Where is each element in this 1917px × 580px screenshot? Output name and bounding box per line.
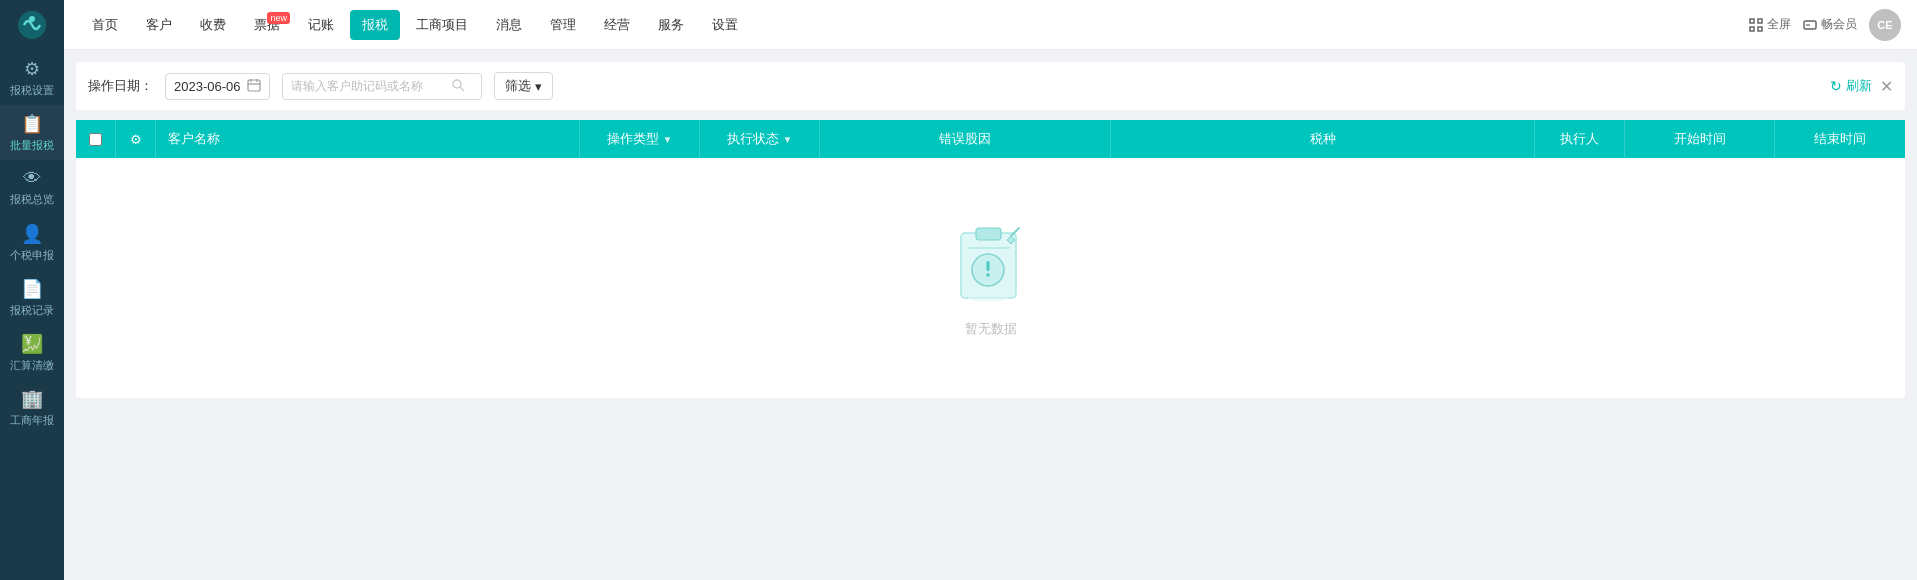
fullscreen-label: 全屏 — [1767, 16, 1791, 33]
member-label: 畅会员 — [1821, 16, 1857, 33]
nav-services[interactable]: 服务 — [646, 10, 696, 40]
avatar[interactable]: CE — [1869, 9, 1901, 41]
settings-icon: ⚙ — [24, 58, 40, 80]
nav-operations[interactable]: 经营 — [592, 10, 642, 40]
sidebar-item-piliangshuishui[interactable]: 📋 批量报税 — [0, 105, 64, 160]
batch-tax-icon: 📋 — [21, 113, 43, 135]
th-checkbox[interactable] — [76, 120, 116, 158]
th-tax-type: 税种 — [1111, 120, 1535, 158]
th-executor: 执行人 — [1535, 120, 1625, 158]
svg-line-13 — [460, 87, 464, 91]
sidebar-item-gongshangnianba[interactable]: 🏢 工商年报 — [0, 380, 64, 435]
fullscreen-button[interactable]: 全屏 — [1749, 16, 1791, 33]
member-button[interactable]: 畅会员 — [1803, 16, 1857, 33]
select-all-checkbox[interactable] — [89, 133, 102, 146]
sidebar-item-label: 汇算清缴 — [10, 359, 54, 372]
member-icon — [1803, 18, 1817, 32]
logo[interactable] — [0, 0, 64, 50]
calendar-icon — [247, 78, 261, 95]
svg-rect-17 — [986, 261, 989, 271]
sidebar-item-geshuishenba[interactable]: 👤 个税申报 — [0, 215, 64, 270]
sort-icon: ▼ — [783, 134, 793, 145]
sidebar-item-label: 工商年报 — [10, 414, 54, 427]
filter-button[interactable]: 筛选 ▾ — [494, 72, 553, 100]
chevron-down-icon: ▾ — [535, 79, 542, 94]
th-op-type[interactable]: 操作类型 ▼ — [580, 120, 700, 158]
nav-billing[interactable]: 收费 — [188, 10, 238, 40]
record-icon: 📄 — [21, 278, 43, 300]
nav-items: 首页 客户 收费 票据 new 记账 报税 工商项目 消息 管理 经营 服务 设… — [80, 10, 1749, 40]
fullscreen-icon — [1749, 18, 1763, 32]
column-settings-icon: ⚙ — [130, 132, 142, 147]
th-end-time: 结束时间 — [1775, 120, 1905, 158]
main-content: 首页 客户 收费 票据 new 记账 报税 工商项目 消息 管理 经营 服务 设… — [64, 0, 1917, 580]
annual-report-icon: 🏢 — [21, 388, 43, 410]
svg-rect-2 — [1750, 19, 1754, 23]
empty-state: 暂无数据 — [76, 158, 1905, 398]
sort-icon: ▼ — [663, 134, 673, 145]
toolbar: 操作日期： 2023-06-06 — [76, 62, 1905, 110]
nav-clients[interactable]: 客户 — [134, 10, 184, 40]
nav-homepage[interactable]: 首页 — [80, 10, 130, 40]
avatar-initials: CE — [1877, 19, 1892, 31]
filter-label: 筛选 — [505, 77, 531, 95]
nav-settings[interactable]: 设置 — [700, 10, 750, 40]
overview-icon: 👁 — [23, 168, 41, 189]
new-badge: new — [267, 12, 290, 25]
search-input[interactable] — [291, 79, 451, 93]
th-start-time: 开始时间 — [1625, 120, 1775, 158]
svg-point-1 — [29, 16, 35, 22]
refresh-label: 刷新 — [1846, 77, 1872, 95]
refresh-button[interactable]: ↻ 刷新 — [1830, 77, 1872, 95]
search-icon — [451, 78, 465, 95]
sidebar-item-baoshuishezhi[interactable]: ⚙ 报税设置 — [0, 50, 64, 105]
page-content: 操作日期： 2023-06-06 — [64, 50, 1917, 580]
sidebar-item-huisuanqingshan[interactable]: 💹 汇算清缴 — [0, 325, 64, 380]
date-label: 操作日期： — [88, 77, 153, 95]
th-error-reason: 错误股因 — [820, 120, 1111, 158]
svg-rect-8 — [248, 80, 260, 91]
svg-rect-15 — [976, 228, 1001, 240]
sidebar-item-label: 报税记录 — [10, 304, 54, 317]
toolbar-right: ↻ 刷新 ✕ — [1830, 77, 1893, 96]
svg-point-22 — [968, 294, 1008, 302]
data-table: ⚙ 客户名称 操作类型 ▼ 执行状态 ▼ 错误股因 税种 — [76, 120, 1905, 398]
sidebar-item-label: 批量报税 — [10, 139, 54, 152]
date-value: 2023-06-06 — [174, 79, 241, 94]
svg-rect-3 — [1758, 19, 1762, 23]
sidebar-item-label: 报税设置 — [10, 84, 54, 97]
settlement-icon: 💹 — [21, 333, 43, 355]
refresh-icon: ↻ — [1830, 78, 1842, 94]
nav-management[interactable]: 管理 — [538, 10, 588, 40]
personal-tax-icon: 👤 — [21, 223, 43, 245]
svg-rect-5 — [1758, 27, 1762, 31]
empty-state-illustration — [951, 218, 1031, 308]
nav-invoices[interactable]: 票据 new — [242, 10, 292, 40]
sidebar: ⚙ 报税设置 📋 批量报税 👁 报税总览 👤 个税申报 📄 报税记录 💹 汇算清… — [0, 0, 64, 580]
th-exec-status[interactable]: 执行状态 ▼ — [700, 120, 820, 158]
topnav-right: 全屏 畅会员 CE — [1749, 9, 1901, 41]
table-header: ⚙ 客户名称 操作类型 ▼ 执行状态 ▼ 错误股因 税种 — [76, 120, 1905, 158]
top-navigation: 首页 客户 收费 票据 new 记账 报税 工商项目 消息 管理 经营 服务 设… — [64, 0, 1917, 50]
sidebar-item-baoshuizonglan[interactable]: 👁 报税总览 — [0, 160, 64, 214]
svg-point-18 — [986, 273, 990, 277]
svg-rect-4 — [1750, 27, 1754, 31]
nav-tax[interactable]: 报税 — [350, 10, 400, 40]
th-client-name: 客户名称 — [156, 120, 580, 158]
sidebar-item-label: 报税总览 — [10, 193, 54, 206]
empty-text: 暂无数据 — [965, 320, 1017, 338]
svg-point-12 — [453, 80, 461, 88]
close-button[interactable]: ✕ — [1880, 77, 1893, 96]
sidebar-item-label: 个税申报 — [10, 249, 54, 262]
th-gear[interactable]: ⚙ — [116, 120, 156, 158]
date-picker[interactable]: 2023-06-06 — [165, 73, 270, 100]
nav-accounting[interactable]: 记账 — [296, 10, 346, 40]
search-box[interactable] — [282, 73, 482, 100]
nav-messages[interactable]: 消息 — [484, 10, 534, 40]
nav-business[interactable]: 工商项目 — [404, 10, 480, 40]
sidebar-item-baoshujilu[interactable]: 📄 报税记录 — [0, 270, 64, 325]
